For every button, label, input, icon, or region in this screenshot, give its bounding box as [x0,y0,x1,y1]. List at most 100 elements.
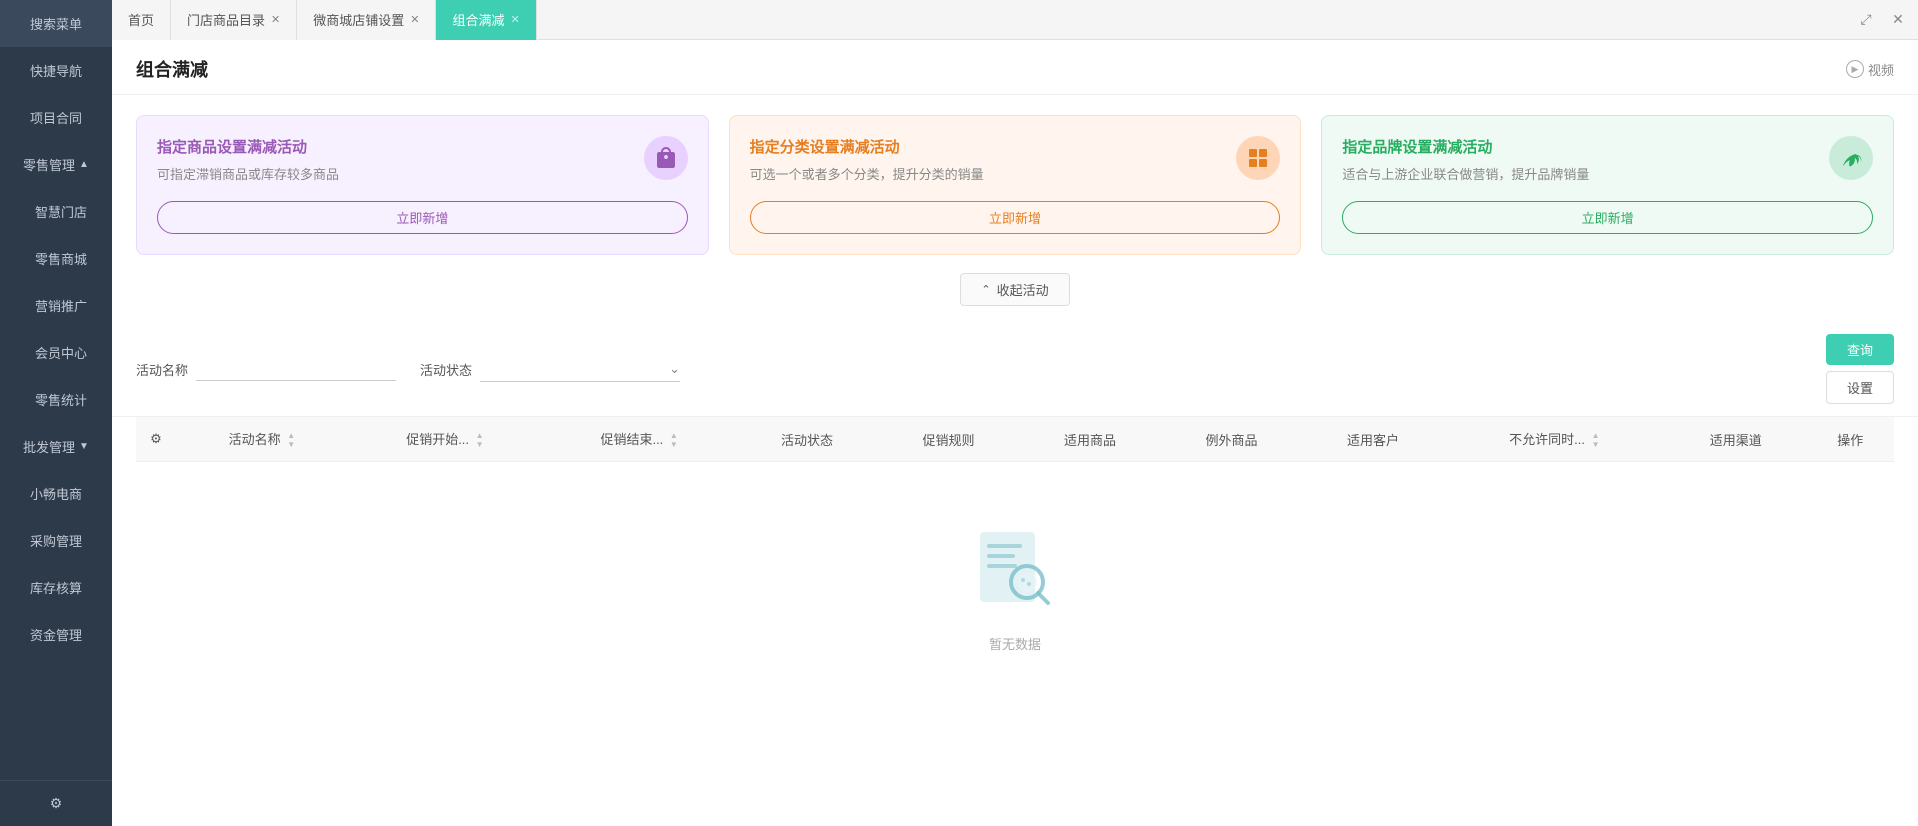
table-col-operation: 操作 [1807,417,1895,462]
table-col-no-concurrent[interactable]: 不允许同时... ▲ ▼ [1444,417,1665,462]
sidebar-item-marketing[interactable]: 营销推广 [0,282,112,329]
sidebar: 搜索菜单 快捷导航 项目合同 零售管理 ▲ 智慧门店 零售商城 营销推广 会员中… [0,0,112,826]
card-product-discount: 指定商品设置满减活动 可指定滞销商品或库存较多商品 立即新增 [136,115,709,255]
activity-name-label: 活动名称 [136,360,188,379]
video-label: 视频 [1868,60,1894,79]
table-col-promo-start[interactable]: 促销开始... ▲ ▼ [348,417,542,462]
table-col-gear[interactable]: ⚙ [136,417,176,462]
sort-icons: ▲ ▼ [476,432,484,449]
sidebar-item-label: 批发管理 [23,437,75,456]
main-area: 首页 门店商品目录 ✕ 微商城店铺设置 ✕ 组合满减 ✕ ⤢ ✕ 组合满减 [112,0,1918,826]
sidebar-item-label: 库存核算 [30,578,82,597]
table-col-activity-status: 活动状态 [736,417,877,462]
sidebar-item-label: 小畅电商 [30,484,82,503]
sort-icons: ▲ ▼ [1592,432,1600,449]
tab-wechat-store-settings[interactable]: 微商城店铺设置 ✕ [297,0,436,40]
tab-close-icon[interactable]: ✕ [271,13,280,26]
sort-up-icon: ▲ [476,432,484,440]
resize-window-btn[interactable]: ⤢ [1854,8,1878,32]
sort-down-icon: ▼ [1592,441,1600,449]
close-icon: ✕ [1892,11,1904,28]
settings-button[interactable]: 设置 [1826,371,1894,404]
activity-status-label: 活动状态 [420,360,472,379]
table-col-promo-end[interactable]: 促销结束... ▲ ▼ [542,417,736,462]
table-col-applicable-customers: 适用客户 [1302,417,1443,462]
sidebar-item-smart-store[interactable]: 智慧门店 [0,188,112,235]
activity-table: ⚙ 活动名称 ▲ ▼ 促销开始... ▲ [136,417,1894,462]
tab-close-icon[interactable]: ✕ [410,13,419,26]
sidebar-item-retail-mgmt[interactable]: 零售管理 ▲ [0,141,112,188]
card-add-btn-brand[interactable]: 立即新增 [1342,201,1873,234]
activity-name-input[interactable] [196,357,396,381]
sidebar-item-finance-mgmt[interactable]: 资金管理 [0,611,112,658]
empty-state: 暂无数据 [136,462,1894,693]
chevron-down-icon: ⌄ [669,361,680,377]
card-brand-discount: 指定品牌设置满减活动 适合与上游企业联合做营销，提升品牌销量 立即新增 [1321,115,1894,255]
sidebar-item-wholesale-mgmt[interactable]: 批发管理 ▼ [0,423,112,470]
sort-up-icon: ▲ [1592,432,1600,440]
window-controls: ⤢ ✕ [1854,8,1918,32]
query-button[interactable]: 查询 [1826,334,1894,365]
empty-icon [965,522,1065,622]
tab-combo-discount[interactable]: 组合满减 ✕ [436,0,536,40]
sidebar-item-project-contract[interactable]: 项目合同 [0,94,112,141]
tab-store-catalog[interactable]: 门店商品目录 ✕ [171,0,297,40]
collapse-btn[interactable]: ⌃ 收起活动 [960,273,1069,306]
collapse-label: 收起活动 [997,280,1049,299]
table-col-activity-name[interactable]: 活动名称 ▲ ▼ [176,417,348,462]
chevron-up-icon: ▲ [79,159,89,170]
sort-icons: ▲ ▼ [670,432,678,449]
sidebar-item-label: 资金管理 [30,625,82,644]
table-col-promo-rule: 促销规则 [878,417,1019,462]
page-header: 组合满减 ▶ 视频 [112,40,1918,95]
page-content: 组合满减 ▶ 视频 指定商品设置满减活动 可指定滞销商品或库存较多商品 立即新增 [112,40,1918,826]
sort-up-icon: ▲ [670,432,678,440]
table-header-row: ⚙ 活动名称 ▲ ▼ 促销开始... ▲ [136,417,1894,462]
table-col-applicable-goods: 适用商品 [1019,417,1160,462]
sidebar-item-label: 零售管理 [23,155,75,174]
tab-home[interactable]: 首页 [112,0,171,40]
sidebar-item-xiaochang-ec[interactable]: 小畅电商 [0,470,112,517]
sidebar-item-label: 智慧门店 [35,202,87,221]
page-title: 组合满减 [136,56,208,82]
card-icon [644,136,688,180]
gear-icon: ⚙ [150,431,162,446]
empty-text: 暂无数据 [989,634,1041,653]
sidebar-item-label: 搜索菜单 [30,14,82,33]
sidebar-item-label: 会员中心 [35,343,87,362]
gear-icon: ⚙ [50,795,63,811]
sidebar-item-label: 快捷导航 [30,61,82,80]
sidebar-item-label: 零售统计 [35,390,87,409]
sidebar-item-member-center[interactable]: 会员中心 [0,329,112,376]
tab-label: 组合满减 [452,10,504,29]
resize-icon: ⤢ [1860,11,1871,28]
activity-status-select[interactable]: ⌄ [480,357,680,382]
table-col-exception-goods: 例外商品 [1161,417,1302,462]
filter-section: 活动名称 活动状态 ⌄ 查询 设置 [112,322,1918,417]
sidebar-item-quick-nav[interactable]: 快捷导航 [0,47,112,94]
sidebar-item-search-menu[interactable]: 搜索菜单 [0,0,112,47]
cards-section: 指定商品设置满减活动 可指定滞销商品或库存较多商品 立即新增 指定分类设置满减活… [112,95,1918,265]
card-desc: 可指定滞销商品或库存较多商品 [157,165,688,186]
tab-label: 门店商品目录 [187,10,265,29]
filter-activity-status: 活动状态 ⌄ [420,357,680,382]
sidebar-item-retail-stats[interactable]: 零售统计 [0,376,112,423]
close-window-btn[interactable]: ✕ [1886,8,1910,32]
sidebar-item-purchase-mgmt[interactable]: 采购管理 [0,517,112,564]
video-link[interactable]: ▶ 视频 [1846,60,1894,79]
tab-label: 微商城店铺设置 [313,10,404,29]
sidebar-item-label: 项目合同 [30,108,82,127]
sidebar-item-inventory-calc[interactable]: 库存核算 [0,564,112,611]
sidebar-item-retail-mall[interactable]: 零售商城 [0,235,112,282]
card-desc: 适合与上游企业联合做营销，提升品牌销量 [1342,165,1873,186]
card-add-btn-product[interactable]: 立即新增 [157,201,688,234]
card-icon [1829,136,1873,180]
card-category-discount: 指定分类设置满减活动 可选一个或者多个分类，提升分类的销量 立即新增 [729,115,1302,255]
card-add-btn-category[interactable]: 立即新增 [750,201,1281,234]
tab-bar: 首页 门店商品目录 ✕ 微商城店铺设置 ✕ 组合满减 ✕ ⤢ ✕ [112,0,1918,40]
sidebar-settings-btn[interactable]: ⚙ [0,780,112,826]
chevron-down-icon: ▼ [79,441,89,452]
tab-close-icon[interactable]: ✕ [511,13,520,26]
filter-activity-name: 活动名称 [136,357,396,381]
sidebar-item-label: 采购管理 [30,531,82,550]
